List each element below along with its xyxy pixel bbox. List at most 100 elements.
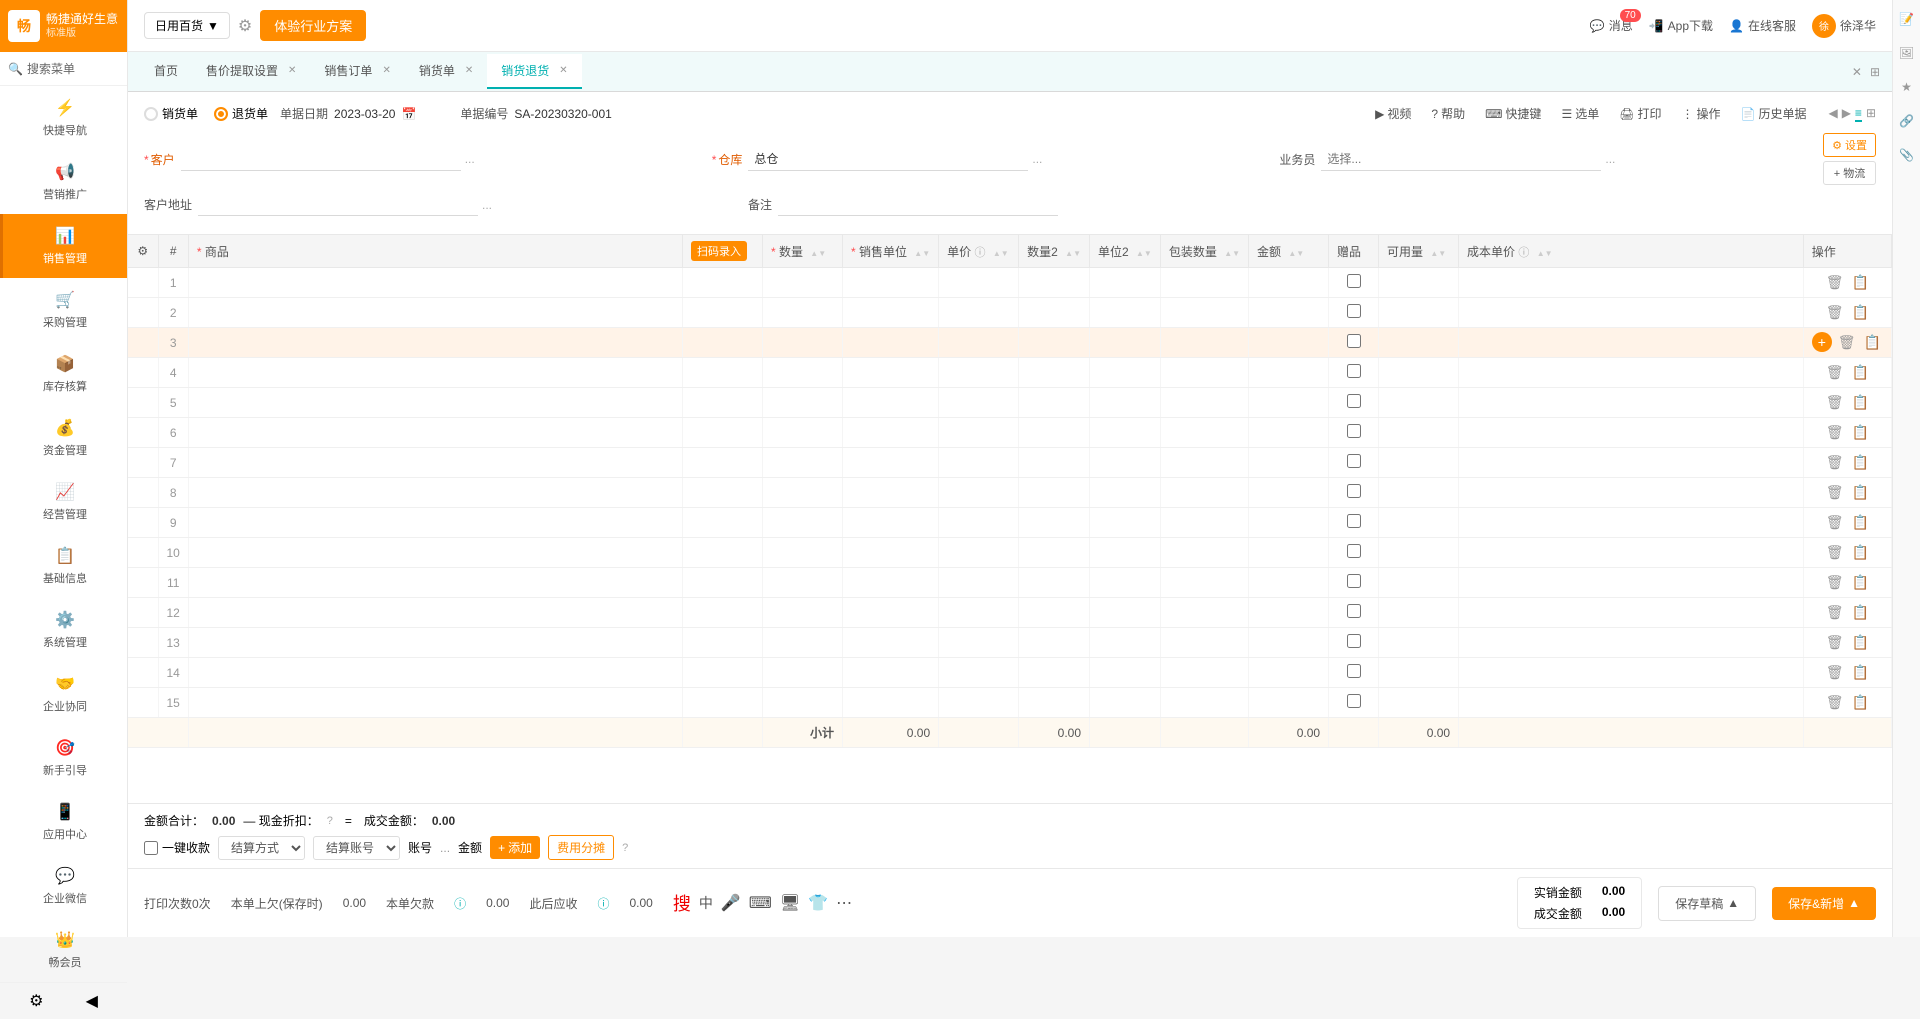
save-new-btn[interactable]: 保存&新增 ▲ [1772, 887, 1876, 920]
sidebar-search[interactable]: 🔍 搜索菜单 [0, 52, 127, 86]
tab-close-return[interactable]: ✕ [559, 65, 567, 76]
list-view-icon[interactable]: ≡ [1855, 106, 1862, 122]
setup-btn[interactable]: ⚙ 设置 [1823, 133, 1876, 157]
col-quantity[interactable]: * 数量 ▲▼ [762, 235, 842, 268]
industry-selector[interactable]: 日用百货 ▼ [144, 12, 230, 39]
copy-row-btn-3[interactable]: 📋 [1862, 332, 1883, 353]
col-product[interactable]: * 商品 [188, 235, 682, 268]
gift-check-4[interactable] [1347, 364, 1361, 378]
gift-check-14[interactable] [1347, 664, 1361, 678]
copy-row-btn-9[interactable]: 📋 [1850, 512, 1871, 533]
col-quantity2[interactable]: 数量2 ▲▼ [1019, 235, 1090, 268]
col-pack-qty[interactable]: 包装数量 ▲▼ [1160, 235, 1248, 268]
tab-sales-order[interactable]: 销售订单 ✕ [310, 54, 404, 89]
delete-row-btn-1[interactable]: 🗑 [1824, 272, 1846, 293]
add-payment-btn[interactable]: + 添加 [490, 836, 540, 859]
next-icon[interactable]: ▶ [1842, 106, 1851, 122]
right-link-icon[interactable]: 🔗 [1895, 110, 1918, 132]
col-cost-price[interactable]: 成本单价 ⓘ ▲▼ [1459, 235, 1804, 268]
copy-row-btn-11[interactable]: 📋 [1850, 572, 1871, 593]
delete-row-btn-11[interactable]: 🗑 [1824, 572, 1846, 593]
gift-check-12[interactable] [1347, 604, 1361, 618]
tab-sales-delivery[interactable]: 销货单 ✕ [405, 54, 487, 89]
copy-row-btn-12[interactable]: 📋 [1850, 602, 1871, 623]
operation-btn[interactable]: ⋮ 操作 [1675, 102, 1726, 125]
sidebar-item-finance[interactable]: 💰 资金管理 [0, 406, 127, 470]
col-gift[interactable]: 赠品 [1329, 235, 1379, 268]
one-click-payment[interactable]: 一键收款 [144, 839, 210, 856]
gift-check-9[interactable] [1347, 514, 1361, 528]
online-service-btn[interactable]: 👤 在线客服 [1729, 17, 1796, 34]
history-btn[interactable]: 📄 历史单据 [1734, 102, 1812, 125]
gift-check-8[interactable] [1347, 484, 1361, 498]
settlement-method-select[interactable]: 结算方式 [218, 836, 305, 860]
delete-row-btn-13[interactable]: 🗑 [1824, 632, 1846, 653]
gift-check-13[interactable] [1347, 634, 1361, 648]
one-click-checkbox[interactable] [144, 841, 158, 855]
tab-price-setting[interactable]: 售价提取设置 ✕ [192, 54, 310, 89]
sidebar-item-enterprise[interactable]: 🤝 企业协同 [0, 662, 127, 726]
gift-check-3[interactable] [1347, 334, 1361, 348]
gift-check-15[interactable] [1347, 694, 1361, 708]
delete-row-btn-8[interactable]: 🗑 [1824, 482, 1846, 503]
sidebar-item-system[interactable]: ⚙️ 系统管理 [0, 598, 127, 662]
copy-row-btn-14[interactable]: 📋 [1850, 662, 1871, 683]
user-profile[interactable]: 徐 徐泽华 [1812, 14, 1876, 38]
col-sales-unit[interactable]: * 销售单位 ▲▼ [842, 235, 938, 268]
gift-check-1[interactable] [1347, 274, 1361, 288]
tab-close-delivery[interactable]: ✕ [465, 65, 473, 76]
settings-icon[interactable]: ⚙ [29, 991, 43, 1011]
settings-gear-icon[interactable]: ⚙ [238, 16, 252, 36]
help-btn[interactable]: ? 帮助 [1425, 102, 1471, 125]
sidebar-item-wechat[interactable]: 💬 企业微信 [0, 854, 127, 918]
sidebar-item-member[interactable]: 👑 畅会员 [0, 918, 127, 982]
salesperson-lookup-btn[interactable]: ... [1605, 152, 1615, 166]
print-btn[interactable]: 🖨 打印 [1613, 102, 1667, 125]
copy-row-btn-8[interactable]: 📋 [1850, 482, 1871, 503]
copy-row-btn-4[interactable]: 📋 [1850, 362, 1871, 383]
delete-row-btn-2[interactable]: 🗑 [1824, 302, 1846, 323]
delete-row-btn-6[interactable]: 🗑 [1824, 422, 1846, 443]
copy-row-btn-1[interactable]: 📋 [1850, 272, 1871, 293]
gift-check-2[interactable] [1347, 304, 1361, 318]
salesperson-input[interactable] [1321, 148, 1601, 171]
close-tab-icon[interactable]: ✕ [1852, 65, 1862, 79]
warehouse-lookup-btn[interactable]: ... [1032, 152, 1042, 166]
current-due-hint[interactable]: ⓘ [454, 895, 466, 912]
message-btn[interactable]: 💬 消息 70 [1590, 17, 1633, 34]
tab-sales-return[interactable]: 销货退货 ✕ [487, 54, 581, 89]
gift-check-10[interactable] [1347, 544, 1361, 558]
right-star-icon[interactable]: ★ [1897, 76, 1916, 98]
gift-check-6[interactable] [1347, 424, 1361, 438]
col-unit2[interactable]: 单位2 ▲▼ [1090, 235, 1161, 268]
discount-help-icon[interactable]: ? [327, 815, 333, 827]
gift-check-5[interactable] [1347, 394, 1361, 408]
right-note-icon[interactable]: 📝 [1895, 8, 1918, 30]
tab-home[interactable]: 首页 [140, 54, 192, 89]
address-lookup-btn[interactable]: ... [482, 198, 492, 212]
copy-row-btn-15[interactable]: 📋 [1850, 692, 1871, 713]
gift-check-7[interactable] [1347, 454, 1361, 468]
warehouse-input[interactable] [748, 148, 1028, 171]
col-available[interactable]: 可用量 ▲▼ [1379, 235, 1459, 268]
sidebar-item-apps[interactable]: 📱 应用中心 [0, 790, 127, 854]
copy-row-btn-10[interactable]: 📋 [1850, 542, 1871, 563]
scan-input-btn[interactable]: 扫码录入 [691, 241, 747, 261]
sidebar-item-quick-nav[interactable]: ⚡ 快捷导航 [0, 86, 127, 150]
tab-close-order[interactable]: ✕ [382, 65, 390, 76]
shortcut-btn[interactable]: ⌨ 快捷键 [1479, 102, 1547, 125]
video-btn[interactable]: ▶ 视频 [1369, 102, 1417, 125]
delete-row-btn-4[interactable]: 🗑 [1824, 362, 1846, 383]
app-download-btn[interactable]: 📲 App下载 [1649, 17, 1713, 34]
col-scan[interactable]: 扫码录入 [682, 235, 762, 268]
sidebar-item-operations[interactable]: 📈 经营管理 [0, 470, 127, 534]
fee-split-btn[interactable]: 费用分摊 [548, 835, 614, 860]
radio-delivery[interactable]: 销货单 [144, 105, 198, 122]
maximize-icon[interactable]: ⊞ [1870, 65, 1880, 79]
copy-row-btn-2[interactable]: 📋 [1850, 302, 1871, 323]
save-draft-btn[interactable]: 保存草稿 ▲ [1658, 886, 1756, 921]
sidebar-item-basic[interactable]: 📋 基础信息 [0, 534, 127, 598]
delete-row-btn-5[interactable]: 🗑 [1824, 392, 1846, 413]
right-clip-icon[interactable]: 📎 [1895, 144, 1918, 166]
right-image-icon[interactable]: 🖼 [1895, 42, 1918, 64]
